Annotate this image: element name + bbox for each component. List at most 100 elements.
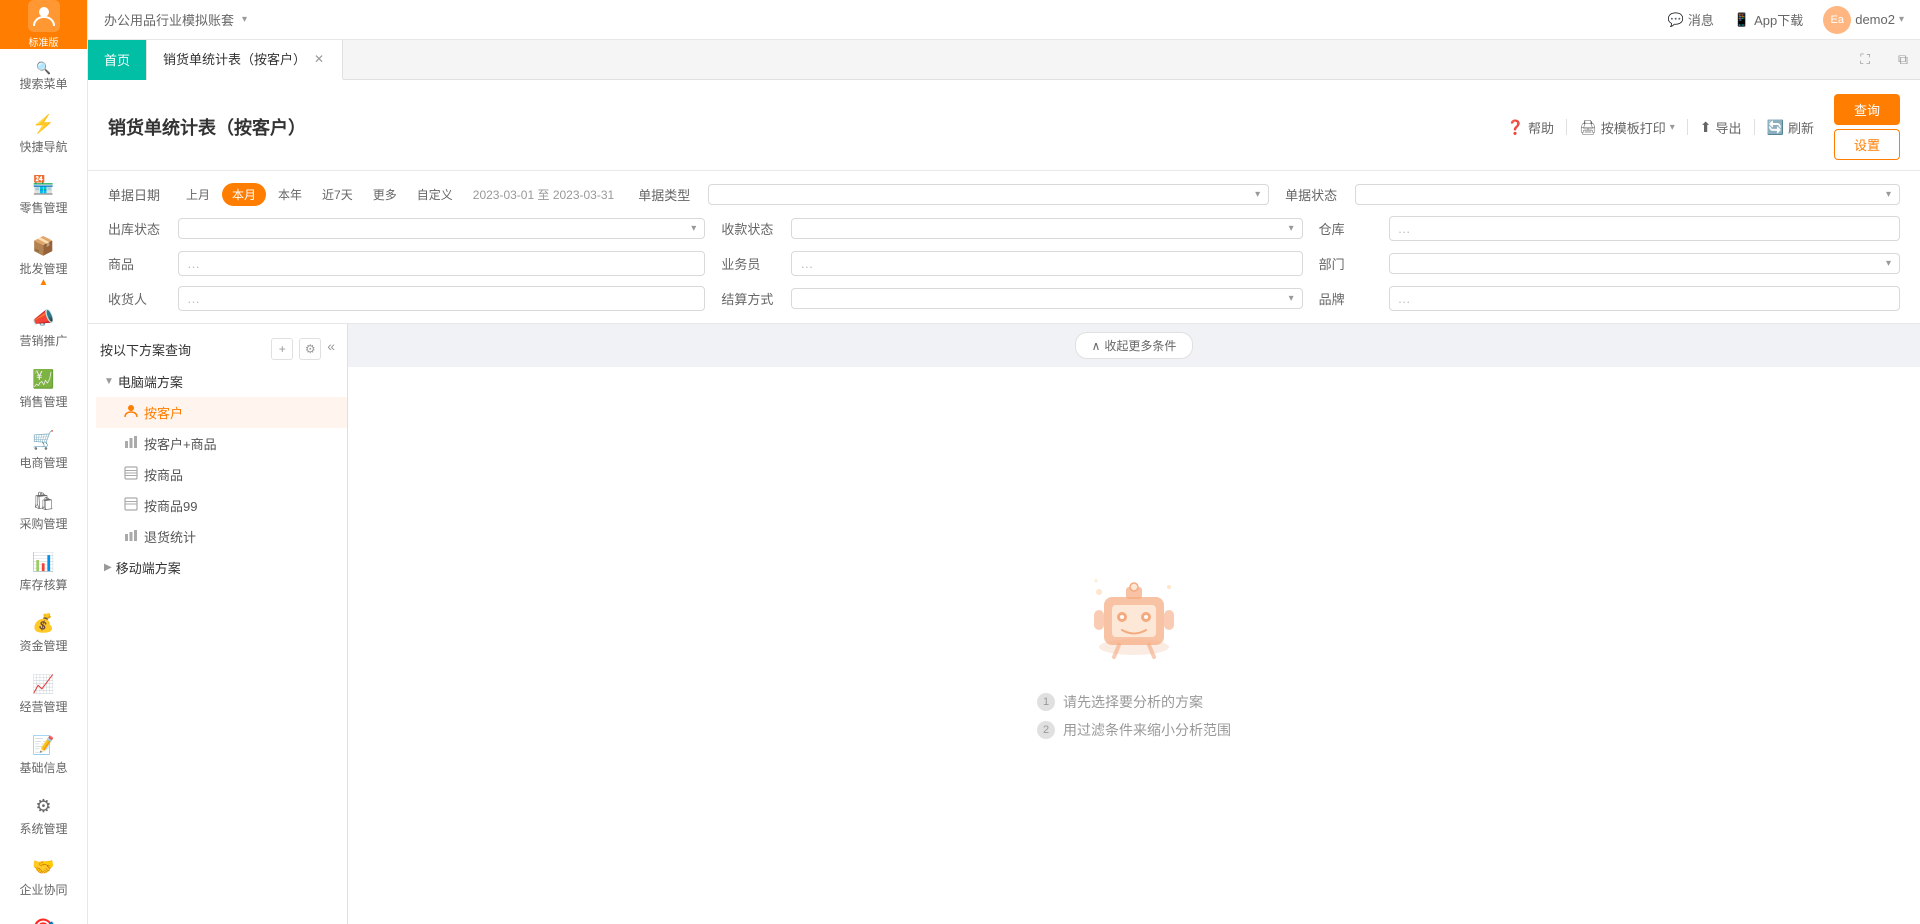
sidebar-item-purchase[interactable]: 🛍 采购管理: [0, 481, 88, 542]
bill-status-select[interactable]: ▾: [1355, 184, 1900, 205]
date-tab-custom[interactable]: 自定义: [409, 183, 461, 206]
warehouse-select[interactable]: …: [1389, 216, 1900, 241]
sidebar-item-finance[interactable]: 💰 资金管理: [0, 603, 88, 664]
basic-icon: 📝: [32, 735, 54, 756]
sidebar-purchase-label: 采购管理: [19, 515, 67, 532]
left-panel-title: 按以下方案查询: [100, 340, 191, 359]
print-button[interactable]: 🖨 按模板打印 ▾: [1579, 118, 1675, 137]
sidebar-item-operation[interactable]: 📈 经营管理: [0, 664, 88, 725]
logo[interactable]: 标准版: [0, 0, 88, 49]
sidebar-item-system[interactable]: ⚙ 系统管理: [0, 786, 88, 847]
app-download-button[interactable]: 📱 App下载: [1734, 10, 1803, 29]
sidebar-item-shortcuts[interactable]: ⚡ 快捷导航: [0, 104, 88, 165]
payment-status-select[interactable]: ▾: [791, 218, 1302, 239]
tree-item-return-stat-label: 退货统计: [144, 527, 196, 546]
date-tab-this-year[interactable]: 本年: [270, 183, 310, 206]
chart-icon-2: [124, 528, 138, 545]
tip-num-2: 2: [1037, 721, 1055, 739]
tab-window-button[interactable]: ⧉: [1886, 51, 1920, 68]
salesperson-placeholder: …: [800, 256, 813, 271]
goods-select[interactable]: …: [178, 251, 705, 276]
left-panel-icons: + ⚙ «: [271, 338, 335, 360]
export-icon: ⬆: [1700, 119, 1712, 136]
tree-item-return-stat[interactable]: 退货统计: [96, 521, 347, 552]
sidebar-item-cooperation[interactable]: 🤝 企业协同: [0, 847, 88, 908]
tree-item-by-goods-99[interactable]: 按商品99: [96, 490, 347, 521]
tree-group-mobile-header[interactable]: ▶ 移动端方案: [96, 552, 347, 583]
date-tab-7days[interactable]: 近7天: [314, 183, 361, 206]
tree-group-mobile-label: 移动端方案: [116, 558, 181, 577]
export-label: 导出: [1716, 118, 1742, 137]
empty-illustration: [1074, 552, 1194, 672]
sidebar-item-search[interactable]: 🔍 搜索菜单: [15, 49, 71, 104]
tab-maximize-button[interactable]: ⛶: [1848, 51, 1882, 68]
goods-placeholder: …: [187, 256, 200, 271]
main-area: 办公用品行业模拟账套 ▾ 💬 消息 📱 App下载 Ea demo2 ▾ 首: [88, 0, 1920, 924]
logo-icon: [28, 0, 60, 32]
date-tab-more[interactable]: 更多: [365, 183, 405, 206]
sidebar-marketing-label: 营销推广: [19, 332, 67, 349]
shortcuts-icon: ⚡: [32, 114, 54, 135]
tip-num-1: 1: [1037, 693, 1055, 711]
table-icon-2: [124, 497, 138, 514]
sidebar-operation-label: 经营管理: [19, 698, 67, 715]
out-status-label: 出库状态: [108, 219, 178, 238]
refresh-button[interactable]: 🔄 刷新: [1767, 118, 1814, 137]
sidebar-item-retail[interactable]: 🏪 零售管理: [0, 165, 88, 226]
settings-button[interactable]: 设置: [1834, 129, 1900, 160]
sidebar-item-sales[interactable]: 💹 销售管理: [0, 359, 88, 420]
tree-item-by-customer-goods[interactable]: 按客户+商品: [96, 428, 347, 459]
query-button[interactable]: 查询: [1834, 94, 1900, 125]
add-scheme-button[interactable]: +: [271, 338, 293, 360]
finance-icon: 💰: [32, 613, 54, 634]
out-status-select[interactable]: ▾: [178, 218, 705, 239]
collapse-panel-button[interactable]: «: [327, 338, 335, 360]
marketing-icon: 📣: [32, 308, 54, 329]
sidebar-search-label: 搜索菜单: [19, 75, 67, 92]
collapse-more-button[interactable]: ∧ 收起更多条件: [1075, 332, 1194, 359]
tab-close-icon[interactable]: ✕: [312, 50, 326, 68]
page-header: 销货单统计表（按客户） ❓ 帮助 🖨 按模板打印 ▾ ⬆ 导出: [88, 80, 1920, 171]
export-button[interactable]: ⬆ 导出: [1700, 118, 1742, 137]
refresh-icon: 🔄: [1767, 119, 1784, 136]
tab-sales-stat[interactable]: 销货单统计表（按客户） ✕: [147, 40, 343, 80]
tab-bar: 首页 销货单统计表（按客户） ✕ ⛶ ⧉: [88, 40, 1920, 80]
sidebar-item-ecommerce[interactable]: 🛒 电商管理: [0, 420, 88, 481]
tab-home[interactable]: 首页: [88, 40, 147, 80]
chevron-up-icon: ∧: [1092, 339, 1101, 353]
refresh-label: 刷新: [1788, 118, 1814, 137]
tab-sales-stat-label: 销货单统计表（按客户）: [163, 49, 306, 68]
salesperson-select[interactable]: …: [791, 251, 1302, 276]
sidebar-item-newbie[interactable]: 🎯 新手引导: [0, 908, 88, 924]
message-button[interactable]: 💬 消息: [1668, 10, 1714, 29]
person-icon: [124, 404, 138, 421]
settlement-select[interactable]: ▾: [791, 288, 1302, 309]
department-cell: 部门 ▾: [1303, 253, 1900, 274]
settings-scheme-button[interactable]: ⚙: [299, 338, 321, 360]
page-title: 销货单统计表（按客户）: [108, 114, 306, 140]
sidebar-item-marketing[interactable]: 📣 营销推广: [0, 298, 88, 359]
app-title-dropdown-icon[interactable]: ▾: [242, 14, 247, 25]
brand-select[interactable]: …: [1389, 286, 1900, 311]
sidebar-item-inventory[interactable]: 📊 库存核算: [0, 542, 88, 603]
sidebar-cooperation-label: 企业协同: [19, 881, 67, 898]
sidebar-item-basic[interactable]: 📝 基础信息: [0, 725, 88, 786]
tree-item-by-customer[interactable]: 按客户: [96, 397, 347, 428]
date-label: 单据日期: [108, 185, 178, 204]
bill-type-select[interactable]: ▾: [708, 184, 1269, 205]
receiver-select[interactable]: …: [178, 286, 705, 311]
empty-tips: 1 请先选择要分析的方案 2 用过滤条件来缩小分析范围: [1037, 692, 1231, 740]
app-title-area[interactable]: 办公用品行业模拟账套 ▾: [104, 10, 247, 29]
tree-item-by-goods[interactable]: 按商品: [96, 459, 347, 490]
department-label: 部门: [1319, 254, 1389, 273]
user-menu[interactable]: Ea demo2 ▾: [1823, 6, 1904, 34]
retail-icon: 🏪: [32, 175, 54, 196]
date-tab-last-month[interactable]: 上月: [178, 183, 218, 206]
department-select[interactable]: ▾: [1389, 253, 1900, 274]
tree-group-desktop-header[interactable]: ▼ 电脑端方案: [96, 366, 347, 397]
print-label: 按模板打印: [1601, 118, 1666, 137]
app-title: 办公用品行业模拟账套: [104, 10, 234, 29]
sidebar-item-wholesale[interactable]: 📦 批发管理 ▲: [0, 226, 88, 298]
date-tab-this-month[interactable]: 本月: [222, 183, 266, 206]
help-button[interactable]: ❓ 帮助: [1507, 118, 1554, 137]
